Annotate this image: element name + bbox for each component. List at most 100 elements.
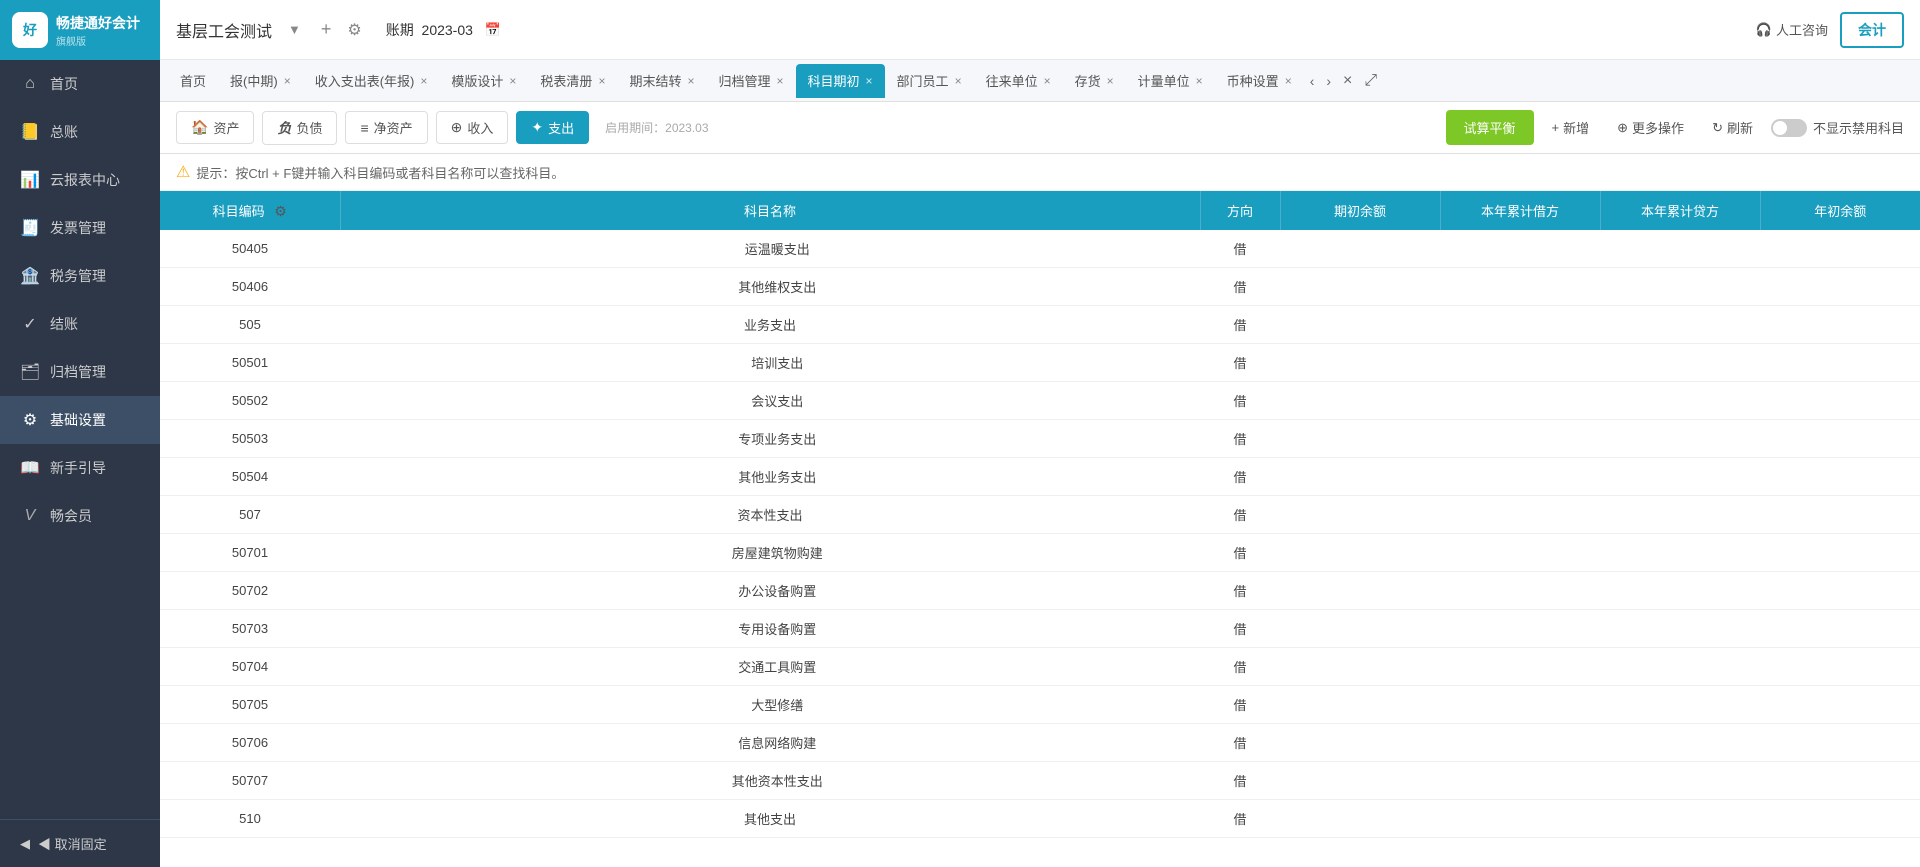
cell-dir: 借 [1200, 458, 1280, 496]
cell-opening [1280, 268, 1440, 306]
sidebar-item-tax[interactable]: 🏦 税务管理 [0, 252, 160, 300]
more-ops-button[interactable]: ⊕ 更多操作 [1607, 114, 1694, 141]
cell-year-begin [1760, 572, 1920, 610]
tab-dept-staff[interactable]: 部门员工 × [885, 64, 974, 98]
cell-code: 50706 [160, 724, 340, 762]
more-icon: ⊕ [1617, 120, 1628, 136]
tab-period-end[interactable]: 期末结转 × [617, 64, 706, 98]
add-tab-button[interactable]: + [321, 19, 332, 40]
tab-close-subject[interactable]: × [866, 74, 873, 88]
cell-opening [1280, 420, 1440, 458]
filter-tab-expenditure[interactable]: ✦ 支出 [516, 111, 589, 144]
sidebar-item-home[interactable]: ⌂ 首页 [0, 60, 160, 108]
table-row[interactable]: 510 其他支出 借 [160, 800, 1920, 838]
sidebar-item-invoice[interactable]: 🧾 发票管理 [0, 204, 160, 252]
cell-opening [1280, 306, 1440, 344]
tab-prev-btn[interactable]: ‹ [1304, 69, 1321, 93]
cell-name: 专项业务支出 [340, 420, 1200, 458]
tab-interim[interactable]: 报(中期) × [218, 64, 303, 98]
table-row[interactable]: 50504 其他业务支出 借 [160, 458, 1920, 496]
filter-tab-assets[interactable]: 🏠 资产 [176, 111, 254, 144]
cell-code: 507 [160, 496, 340, 534]
tab-maximize-btn[interactable]: ⤢ [1358, 68, 1383, 94]
add-button[interactable]: + 新增 [1542, 114, 1600, 141]
sidebar-item-member[interactable]: V 畅会员 [0, 492, 160, 540]
sidebar-item-guide[interactable]: 📖 新手引导 [0, 444, 160, 492]
tab-close-all-btn[interactable]: × [1337, 68, 1358, 94]
table-row[interactable]: 50701 房屋建筑物购建 借 [160, 534, 1920, 572]
cell-code: 50502 [160, 382, 340, 420]
table-row[interactable]: 50707 其他资本性支出 借 [160, 762, 1920, 800]
tab-income-statement[interactable]: 收入支出表(年报) × [303, 64, 440, 98]
table-row[interactable]: 50703 专用设备购置 借 [160, 610, 1920, 648]
cell-dir: 借 [1200, 268, 1280, 306]
tax-icon: 🏦 [20, 266, 40, 286]
filter-tab-liabilities-label: 负债 [296, 118, 322, 137]
tab-unit[interactable]: 计量单位 × [1126, 64, 1215, 98]
table-row[interactable]: 50704 交通工具购置 借 [160, 648, 1920, 686]
cell-code: 50704 [160, 648, 340, 686]
account-button[interactable]: 会计 [1840, 12, 1904, 48]
sidebar-item-report-center[interactable]: 📊 云报表中心 [0, 156, 160, 204]
sidebar-collapse-btn[interactable]: ◀ ◀ 取消固定 [0, 819, 160, 867]
cell-dir: 借 [1200, 382, 1280, 420]
refresh-button[interactable]: ↻ 刷新 [1702, 114, 1763, 141]
tab-close-archive[interactable]: × [777, 74, 784, 88]
cell-ytd-debit [1440, 648, 1600, 686]
tab-close-currency[interactable]: × [1285, 74, 1292, 88]
table-row[interactable]: 50405 运温暖支出 借 [160, 230, 1920, 268]
toggle-switch-control[interactable] [1771, 119, 1807, 137]
filter-tab-net-assets[interactable]: ≡ 净资产 [345, 111, 427, 144]
tab-archive-mgmt[interactable]: 归档管理 × [706, 64, 795, 98]
service-label: 人工咨询 [1776, 20, 1828, 39]
cell-ytd-credit [1600, 458, 1760, 496]
tab-close-income[interactable]: × [420, 74, 427, 88]
header-settings-icon[interactable]: ⚙ [347, 20, 361, 40]
table-row[interactable]: 50706 信息网络购建 借 [160, 724, 1920, 762]
tab-close-inventory[interactable]: × [1107, 74, 1114, 88]
col-header-ytd-credit: 本年累计贷方 [1600, 191, 1760, 230]
sidebar-item-checkout[interactable]: ✓ 结账 [0, 300, 160, 348]
table-row[interactable]: 505 业务支出 借 [160, 306, 1920, 344]
tab-close-interim[interactable]: × [284, 74, 291, 88]
tab-inventory[interactable]: 存货 × [1063, 64, 1126, 98]
tab-close-unit[interactable]: × [1196, 74, 1203, 88]
tab-close-period-end[interactable]: × [687, 74, 694, 88]
table-row[interactable]: 507 资本性支出 借 [160, 496, 1920, 534]
cell-ytd-debit [1440, 268, 1600, 306]
table-row[interactable]: 50406 其他维权支出 借 [160, 268, 1920, 306]
filter-tab-liabilities[interactable]: 负 负债 [262, 111, 337, 145]
filter-tab-income[interactable]: ⊕ 收入 [436, 111, 509, 144]
filter-tab-net-label: 净资产 [374, 118, 413, 137]
cell-ytd-debit [1440, 724, 1600, 762]
sidebar-item-archive[interactable]: 🗂 归档管理 [0, 348, 160, 396]
table-row[interactable]: 50501 培训支出 借 [160, 344, 1920, 382]
tab-template[interactable]: 模版设计 × [439, 64, 528, 98]
table-row[interactable]: 50503 专项业务支出 借 [160, 420, 1920, 458]
tab-contacts[interactable]: 往来单位 × [974, 64, 1063, 98]
cell-ytd-credit [1600, 382, 1760, 420]
tab-tax-form[interactable]: 税表清册 × [528, 64, 617, 98]
tab-next-btn[interactable]: › [1320, 69, 1337, 93]
tab-subject-init[interactable]: 科目期初 × [796, 64, 885, 98]
tab-currency[interactable]: 币种设置 × [1215, 64, 1304, 98]
column-settings-icon[interactable]: ⚙ [274, 203, 287, 219]
table-row[interactable]: 50705 大型修缮 借 [160, 686, 1920, 724]
sidebar-item-general-ledger[interactable]: 📒 总账 [0, 108, 160, 156]
calendar-icon[interactable]: 📅 [485, 22, 501, 38]
cell-ytd-credit [1600, 420, 1760, 458]
tab-label-tax: 税表清册 [540, 71, 592, 90]
company-dropdown-icon[interactable]: ▼ [288, 22, 301, 37]
table-row[interactable]: 50502 会议支出 借 [160, 382, 1920, 420]
tab-close-contacts[interactable]: × [1044, 74, 1051, 88]
sidebar-item-settings[interactable]: ⚙ 基础设置 [0, 396, 160, 444]
tab-label-period-end: 期末结转 [629, 71, 681, 90]
sidebar-label-guide: 新手引导 [50, 458, 106, 478]
tab-close-tax[interactable]: × [598, 74, 605, 88]
table-row[interactable]: 50702 办公设备购置 借 [160, 572, 1920, 610]
service-btn[interactable]: 🎧 人工咨询 [1756, 20, 1828, 39]
tab-close-dept[interactable]: × [955, 74, 962, 88]
tab-close-template[interactable]: × [509, 74, 516, 88]
tab-home[interactable]: 首页 [168, 64, 218, 98]
balance-button[interactable]: 试算平衡 [1446, 110, 1534, 145]
